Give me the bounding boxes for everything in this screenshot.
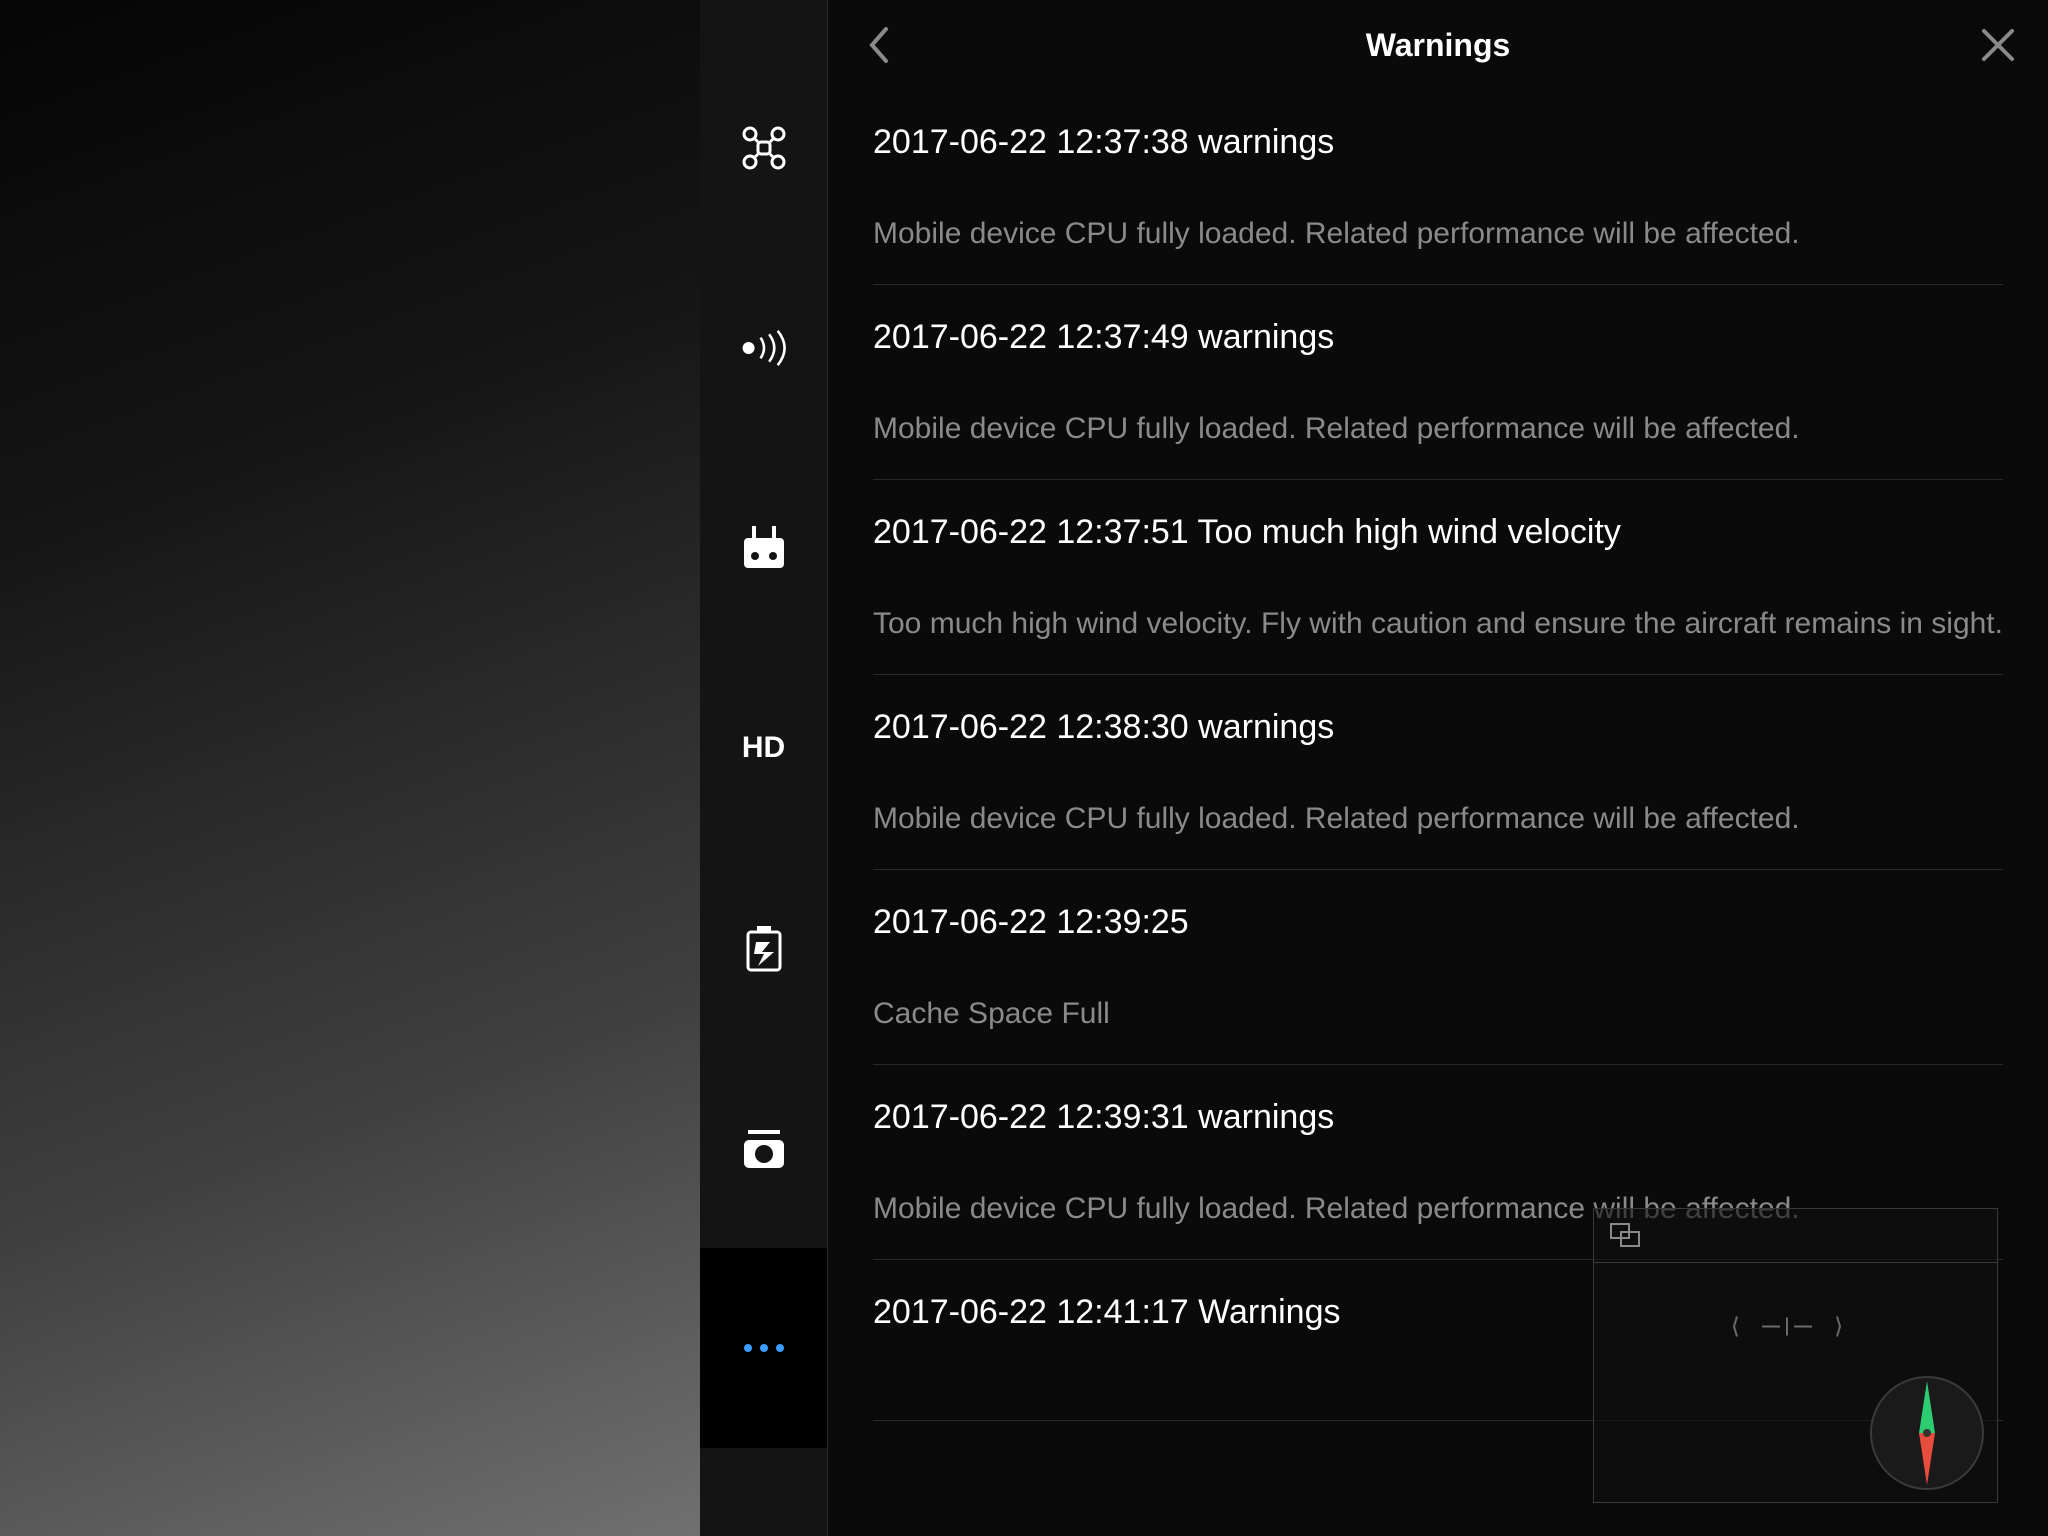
warning-title: 2017-06-22 12:39:25 <box>873 903 2003 942</box>
warning-title: 2017-06-22 12:39:31 warnings <box>873 1098 2003 1137</box>
crosshair-icon <box>1732 1312 1842 1349</box>
close-icon <box>1980 27 2016 63</box>
warning-title: 2017-06-22 12:37:51 Too much high wind v… <box>873 513 2003 552</box>
warning-title: 2017-06-22 12:38:30 warnings <box>873 708 2003 747</box>
more-icon <box>740 1324 788 1372</box>
warning-item: 2017-06-22 12:37:38 warnings Mobile devi… <box>873 90 2003 285</box>
sidebar: HD <box>700 0 827 1536</box>
remote-controller-icon <box>740 524 788 572</box>
signal-icon <box>740 324 788 372</box>
sidebar-item-drone[interactable] <box>700 48 827 248</box>
warning-item: 2017-06-22 12:37:51 Too much high wind v… <box>873 480 2003 675</box>
warning-desc: Cache Space Full <box>873 997 2003 1031</box>
overlay-header <box>1594 1209 1997 1263</box>
warning-item: 2017-06-22 12:38:30 warnings Mobile devi… <box>873 675 2003 870</box>
header: Warnings <box>828 0 2048 90</box>
warning-desc: Too much high wind velocity. Fly with ca… <box>873 607 2003 641</box>
warning-desc: Mobile device CPU fully loaded. Related … <box>873 802 2003 836</box>
warning-desc: Mobile device CPU fully loaded. Related … <box>873 412 2003 446</box>
warning-title: 2017-06-22 12:37:38 warnings <box>873 123 2003 162</box>
warning-title: 2017-06-22 12:37:49 warnings <box>873 318 2003 357</box>
sidebar-item-hd[interactable]: HD <box>700 648 827 848</box>
sidebar-item-camera[interactable] <box>700 1048 827 1248</box>
sidebar-item-battery[interactable] <box>700 848 827 1048</box>
close-button[interactable] <box>1978 25 2018 65</box>
compass-widget <box>1867 1373 1987 1493</box>
camera-icon <box>740 1124 788 1172</box>
drone-icon <box>740 124 788 172</box>
map-overlay-widget[interactable] <box>1593 1208 1998 1503</box>
camera-background <box>0 0 700 1536</box>
chevron-left-icon <box>866 25 890 65</box>
back-button[interactable] <box>858 25 898 65</box>
overlay-content <box>1594 1263 1997 1503</box>
sidebar-item-signal[interactable] <box>700 248 827 448</box>
battery-icon <box>740 924 788 972</box>
sidebar-item-more[interactable] <box>700 1248 827 1448</box>
sidebar-item-remote[interactable] <box>700 448 827 648</box>
warning-item: 2017-06-22 12:37:49 warnings Mobile devi… <box>873 285 2003 480</box>
warning-desc: Mobile device CPU fully loaded. Related … <box>873 217 2003 251</box>
switch-view-icon[interactable] <box>1609 1222 1641 1250</box>
page-title: Warnings <box>1366 27 1511 64</box>
warning-item: 2017-06-22 12:39:25 Cache Space Full <box>873 870 2003 1065</box>
hd-icon: HD <box>740 724 788 772</box>
